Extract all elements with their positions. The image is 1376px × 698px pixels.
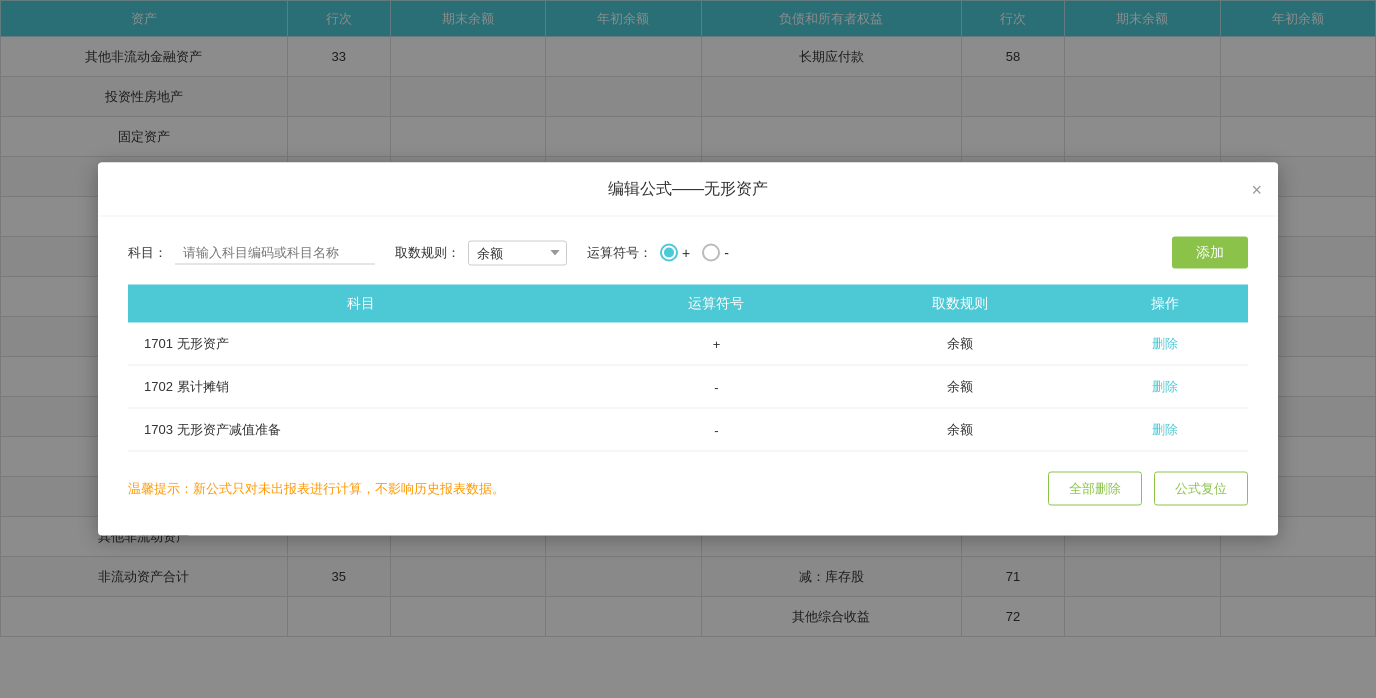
row1-rule: 余额 bbox=[838, 323, 1082, 366]
radio-minus-circle bbox=[702, 244, 720, 262]
operator-minus-label: - bbox=[724, 245, 729, 261]
row1-action: 删除 bbox=[1082, 323, 1248, 366]
delete-row3-button[interactable]: 删除 bbox=[1152, 422, 1178, 437]
operator-group: 运算符号： + - bbox=[587, 244, 729, 262]
row2-operator: - bbox=[595, 365, 839, 408]
row1-subject: 1701 无形资产 bbox=[128, 323, 595, 366]
row2-action: 删除 bbox=[1082, 365, 1248, 408]
subject-group: 科目： bbox=[128, 241, 375, 265]
row1-operator: + bbox=[595, 323, 839, 366]
table-row: 1702 累计摊销 - 余额 删除 bbox=[128, 365, 1248, 408]
radio-plus-circle bbox=[660, 244, 678, 262]
rule-select-wrap: 余额 借方 贷方 借方发生额 贷方发生额 bbox=[468, 240, 567, 265]
row3-subject: 1703 无形资产减值准备 bbox=[128, 408, 595, 451]
row3-action: 删除 bbox=[1082, 408, 1248, 451]
table-row: 1703 无形资产减值准备 - 余额 删除 bbox=[128, 408, 1248, 451]
table-header-action: 操作 bbox=[1082, 285, 1248, 323]
table-header-subject: 科目 bbox=[128, 285, 595, 323]
footer-tip: 温馨提示：新公式只对未出报表进行计算，不影响历史报表数据。 bbox=[128, 480, 505, 498]
add-button[interactable]: 添加 bbox=[1172, 237, 1248, 269]
modal-footer: 温馨提示：新公式只对未出报表进行计算，不影响历史报表数据。 全部删除 公式复位 bbox=[98, 452, 1278, 506]
subject-input[interactable] bbox=[175, 241, 375, 265]
modal-table-wrap: 科目 运算符号 取数规则 操作 1701 无形资产 + 余额 删除 1702 累… bbox=[128, 285, 1248, 452]
table-header-operator: 运算符号 bbox=[595, 285, 839, 323]
subject-label: 科目： bbox=[128, 244, 167, 262]
reset-formula-button[interactable]: 公式复位 bbox=[1154, 472, 1248, 506]
operator-radio-group: + - bbox=[660, 244, 729, 262]
operator-plus-radio[interactable]: + bbox=[660, 244, 690, 262]
close-icon[interactable]: × bbox=[1251, 180, 1262, 198]
row2-rule: 余额 bbox=[838, 365, 1082, 408]
footer-buttons: 全部删除 公式复位 bbox=[1048, 472, 1248, 506]
rule-select[interactable]: 余额 借方 贷方 借方发生额 贷方发生额 bbox=[468, 240, 567, 265]
operator-plus-label: + bbox=[682, 245, 690, 261]
formula-table: 科目 运算符号 取数规则 操作 1701 无形资产 + 余额 删除 1702 累… bbox=[128, 285, 1248, 452]
rule-label: 取数规则： bbox=[395, 244, 460, 262]
modal-title: 编辑公式——无形资产 bbox=[608, 179, 768, 200]
row2-subject: 1702 累计摊销 bbox=[128, 365, 595, 408]
modal-header: 编辑公式——无形资产 × bbox=[98, 163, 1278, 217]
operator-label: 运算符号： bbox=[587, 244, 652, 262]
delete-all-button[interactable]: 全部删除 bbox=[1048, 472, 1142, 506]
delete-row1-button[interactable]: 删除 bbox=[1152, 336, 1178, 351]
operator-minus-radio[interactable]: - bbox=[702, 244, 729, 262]
delete-row2-button[interactable]: 删除 bbox=[1152, 379, 1178, 394]
row3-rule: 余额 bbox=[838, 408, 1082, 451]
table-header-rule: 取数规则 bbox=[838, 285, 1082, 323]
row3-operator: - bbox=[595, 408, 839, 451]
rule-group: 取数规则： 余额 借方 贷方 借方发生额 贷方发生额 bbox=[395, 240, 567, 265]
edit-formula-modal: 编辑公式——无形资产 × 科目： 取数规则： 余额 借方 贷方 借方发生额 贷方… bbox=[98, 163, 1278, 536]
table-row: 1701 无形资产 + 余额 删除 bbox=[128, 323, 1248, 366]
modal-form: 科目： 取数规则： 余额 借方 贷方 借方发生额 贷方发生额 运算符号： bbox=[98, 217, 1278, 285]
